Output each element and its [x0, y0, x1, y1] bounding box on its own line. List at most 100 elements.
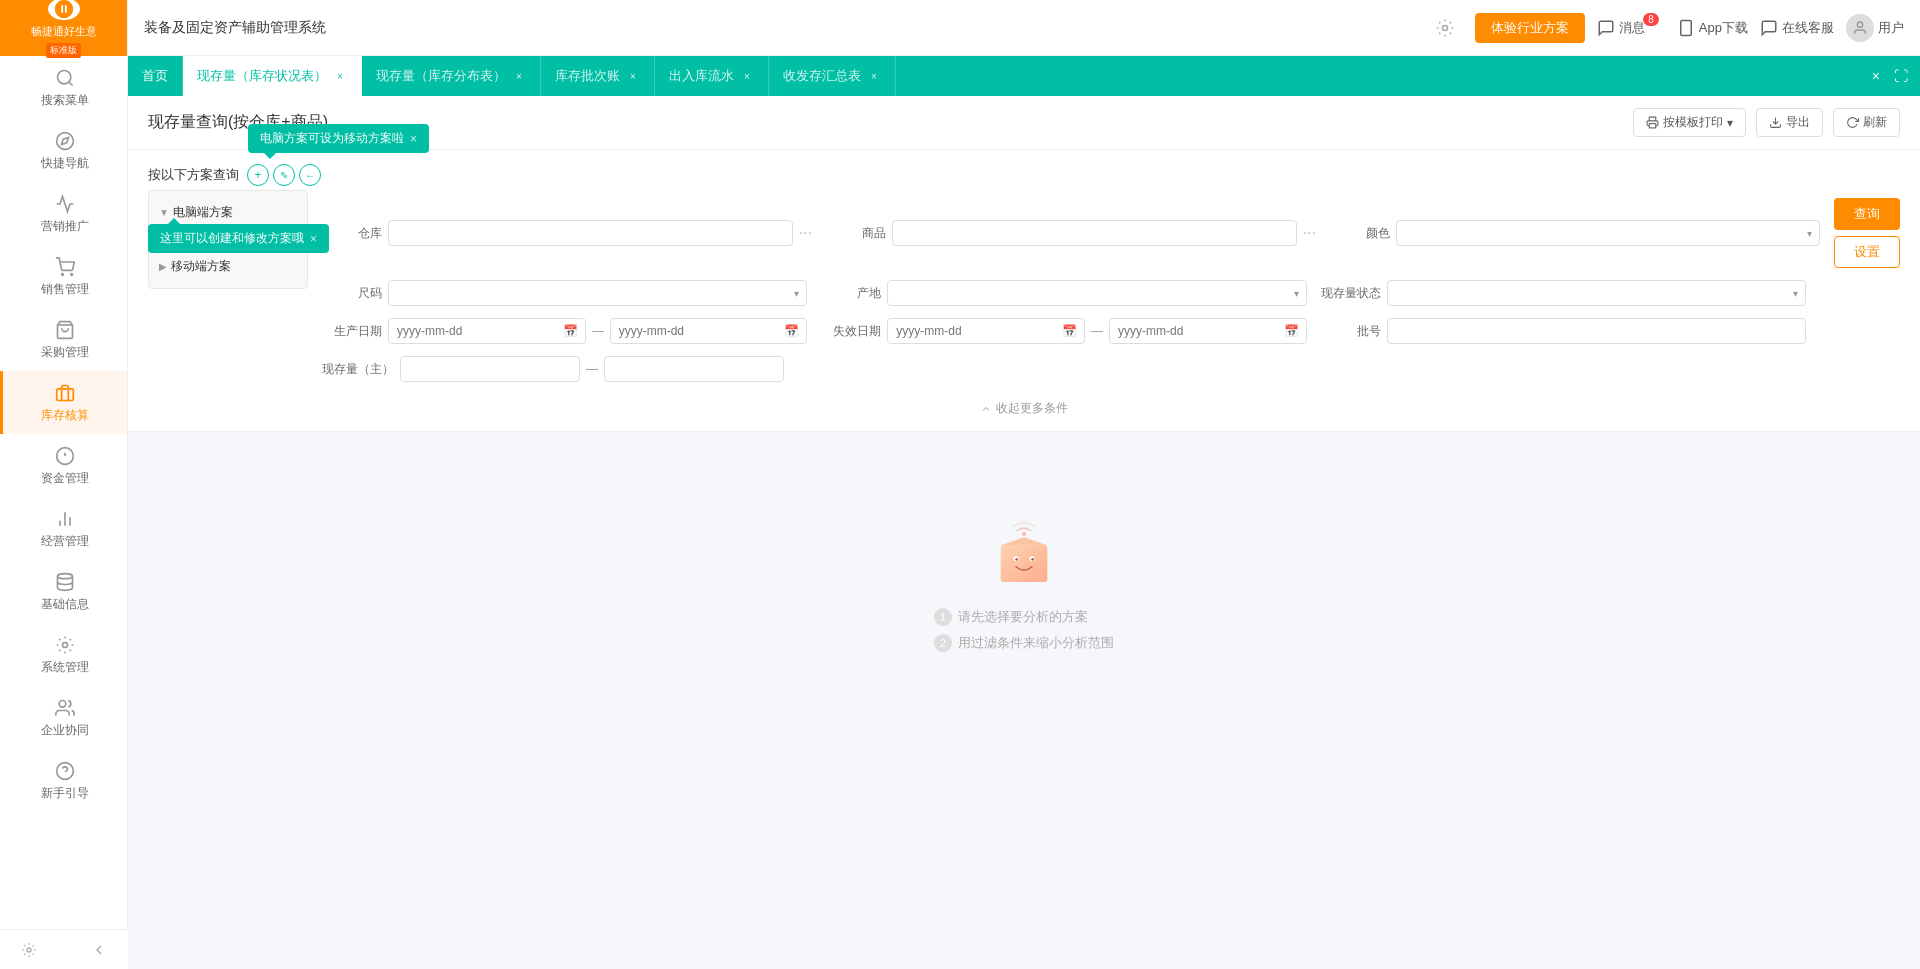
- sidebar-item-system[interactable]: 系统管理: [0, 623, 127, 686]
- svg-point-0: [58, 71, 71, 84]
- goods-dots[interactable]: ···: [1303, 225, 1316, 241]
- trial-btn[interactable]: 体验行业方案: [1475, 13, 1585, 43]
- quantity-input[interactable]: [400, 356, 580, 382]
- sidebar-item-operation[interactable]: 经营管理: [0, 497, 127, 560]
- warehouse-input[interactable]: [388, 220, 793, 246]
- svg-point-19: [27, 948, 31, 952]
- tab-inout[interactable]: 出入库流水 ×: [655, 56, 769, 96]
- tab-inout-close[interactable]: ×: [740, 69, 754, 83]
- top-header: 装备及固定资产辅助管理系统 体验行业方案 消息 8 App下载 在线客服 用户: [128, 0, 1920, 56]
- svg-marker-3: [61, 137, 68, 144]
- warehouse-dots[interactable]: ···: [799, 225, 812, 241]
- export-btn[interactable]: 导出: [1756, 108, 1823, 137]
- svg-point-30: [1031, 558, 1034, 561]
- sidebar-item-enterprise[interactable]: 企业协同: [0, 686, 127, 749]
- sidebar-collapse-btn[interactable]: [70, 934, 128, 966]
- tooltip2-close-btn[interactable]: ×: [310, 232, 317, 246]
- scheme-mobile-expand[interactable]: ▶ 移动端方案: [149, 253, 307, 280]
- produce-date-start: [388, 318, 586, 344]
- tab-fullscreen-btn[interactable]: ⛶: [1890, 64, 1912, 88]
- sidebar-item-purchase[interactable]: 采购管理: [0, 308, 127, 371]
- setting-btn[interactable]: 设置: [1834, 236, 1900, 268]
- sidebar-item-guide[interactable]: 新手引导: [0, 749, 127, 812]
- logo-text: 畅捷通好生意: [31, 24, 97, 39]
- expire-date-start: [887, 318, 1085, 344]
- tab-inventory-status-label: 现存量（库存状况表）: [197, 67, 327, 85]
- tooltip1-text: 电脑方案可设为移动方案啦: [260, 130, 404, 147]
- tab-batch[interactable]: 库存批次账 ×: [541, 56, 655, 96]
- filter-group-quantity: 现存量（主） —: [322, 356, 1900, 382]
- logo-icon: [48, 0, 80, 20]
- export-label: 导出: [1786, 114, 1810, 131]
- sidebar-item-quicknav[interactable]: 快捷导航: [0, 119, 127, 182]
- template-print-btn[interactable]: 按模板打印 ▾: [1633, 108, 1746, 137]
- sidebar-item-search[interactable]: 搜索菜单: [0, 56, 127, 119]
- produce-date-start-input[interactable]: [388, 318, 586, 344]
- tab-batch-label: 库存批次账: [555, 67, 620, 85]
- sidebar-settings-btn[interactable]: [0, 934, 58, 966]
- collapse-bar: 收起更多条件: [148, 394, 1900, 427]
- svg-point-16: [59, 701, 66, 708]
- arrow-scheme-btn[interactable]: ←: [299, 164, 321, 186]
- tab-inventory-status-close[interactable]: ×: [333, 69, 347, 83]
- svg-point-14: [58, 574, 73, 579]
- scheme-desktop-label: 电脑端方案: [173, 204, 233, 221]
- edit-scheme-btn[interactable]: ✎: [273, 164, 295, 186]
- filter-group-color: 颜色: [1330, 220, 1820, 246]
- filter-group-size: 尺码: [322, 280, 807, 306]
- scheme-mobile-label: 移动端方案: [171, 258, 231, 275]
- app-label: App下载: [1699, 19, 1748, 37]
- tab-inventory-dist-close[interactable]: ×: [512, 69, 526, 83]
- sidebar-logo: 畅捷通好生意 标准版: [0, 0, 127, 56]
- inv-status-select[interactable]: [1387, 280, 1806, 306]
- collapse-btn[interactable]: 收起更多条件: [980, 400, 1068, 417]
- sidebar-item-inventory[interactable]: 库存核算: [0, 371, 127, 434]
- refresh-btn[interactable]: 刷新: [1833, 108, 1900, 137]
- svg-point-15: [63, 643, 68, 648]
- tab-inventory-dist[interactable]: 现存量（库存分布表） ×: [362, 56, 541, 96]
- sidebar-item-basic[interactable]: 基础信息: [0, 560, 127, 623]
- tab-inventory-status[interactable]: 现存量（库存状况表） ×: [183, 56, 362, 96]
- sidebar-item-finance[interactable]: 资金管理: [0, 434, 127, 497]
- size-select[interactable]: [388, 280, 807, 306]
- user-area[interactable]: 用户: [1846, 14, 1904, 42]
- quantity-input-end[interactable]: [604, 356, 784, 382]
- svg-rect-24: [1649, 124, 1656, 128]
- svg-point-29: [1015, 558, 1018, 561]
- search-btn[interactable]: 查询: [1834, 198, 1900, 230]
- tab-summary-close[interactable]: ×: [867, 69, 881, 83]
- goods-input[interactable]: [892, 220, 1297, 246]
- filter-group-produce-date: 生产日期 —: [322, 318, 807, 344]
- produce-date-end-input[interactable]: [610, 318, 808, 344]
- sidebar-item-inventory-label: 库存核算: [41, 407, 89, 424]
- support-btn[interactable]: 在线客服: [1760, 19, 1834, 37]
- expire-date-start-input[interactable]: [887, 318, 1085, 344]
- color-select[interactable]: [1396, 220, 1820, 246]
- tab-summary[interactable]: 收发存汇总表 ×: [769, 56, 896, 96]
- size-label: 尺码: [322, 285, 382, 302]
- origin-select[interactable]: [887, 280, 1306, 306]
- filter-icons: + ✎ ←: [247, 164, 321, 186]
- tab-close-all-btn[interactable]: ×: [1868, 64, 1884, 88]
- sidebar-item-marketing[interactable]: 营销推广: [0, 182, 127, 245]
- tab-home[interactable]: 首页: [128, 56, 183, 96]
- expire-date-end-input[interactable]: [1109, 318, 1307, 344]
- sidebar-item-quicknav-label: 快捷导航: [41, 155, 89, 172]
- add-scheme-btn[interactable]: +: [247, 164, 269, 186]
- message-btn[interactable]: 消息 8: [1597, 19, 1665, 37]
- sidebar-item-sales[interactable]: 销售管理: [0, 245, 127, 308]
- message-badge: 8: [1643, 13, 1659, 26]
- svg-point-4: [62, 274, 64, 276]
- tab-batch-close[interactable]: ×: [626, 69, 640, 83]
- filter-group-goods: 商品 ···: [826, 220, 1316, 246]
- batch-label: 批号: [1321, 323, 1381, 340]
- batch-input[interactable]: [1387, 318, 1806, 344]
- sidebar-bottom-bar: [0, 929, 128, 969]
- app-download-btn[interactable]: App下载: [1677, 19, 1748, 37]
- settings-icon[interactable]: [1435, 18, 1455, 38]
- tooltip1-close-btn[interactable]: ×: [410, 132, 417, 146]
- main-content: 装备及固定资产辅助管理系统 体验行业方案 消息 8 App下载 在线客服 用户 …: [128, 0, 1920, 969]
- filter-group-inv-status: 现存量状态: [1321, 280, 1806, 306]
- produce-date-label: 生产日期: [322, 323, 382, 340]
- tab-summary-label: 收发存汇总表: [783, 67, 861, 85]
